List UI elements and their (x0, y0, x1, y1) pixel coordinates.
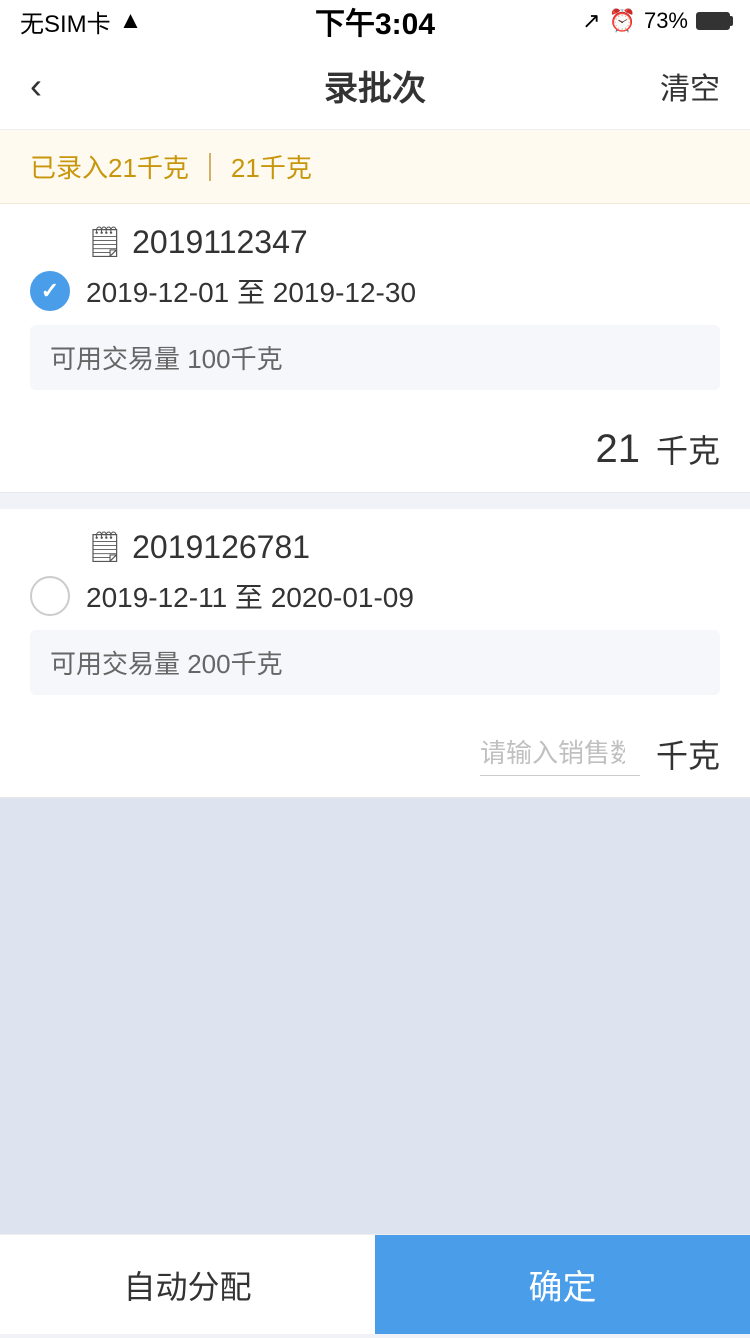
confirm-button[interactable]: 确定 (375, 1235, 750, 1334)
batch-item-1: 🗒 2019112347 2019-12-01 至 2019-12-30 可用交… (0, 204, 750, 493)
battery-icon (696, 12, 730, 30)
batch-2-qty-input[interactable] (480, 732, 640, 776)
nav-bar: ‹ 录批次 清空 (0, 42, 750, 130)
doc-icon-1: 🗒 (86, 225, 124, 260)
batch-item-1-inner: 🗒 2019112347 2019-12-01 至 2019-12-30 可用交… (0, 204, 750, 390)
info-divider (209, 153, 211, 181)
info-banner: 已录入21千克 21千克 (0, 130, 750, 204)
batch-2-id: 2019126781 (132, 529, 310, 566)
already-entered-label: 已录入21千克 (30, 148, 189, 185)
footer: 自动分配 确定 (0, 1234, 750, 1334)
batch-item-2: 🗒 2019126781 2019-12-11 至 2020-01-09 可用交… (0, 509, 750, 798)
batch-2-unit: 千克 (656, 731, 720, 777)
status-right: ↗ ⏰ 73% (582, 8, 730, 34)
status-bar: 无SIM卡 ▲ 下午3:04 ↗ ⏰ 73% (0, 0, 750, 42)
batch-1-input-row: 21 千克 (0, 410, 750, 493)
entered-value: 21千克 (231, 148, 312, 185)
auto-distribute-button[interactable]: 自动分配 (0, 1235, 375, 1334)
status-left: 无SIM卡 ▲ (20, 4, 142, 39)
content-wrapper: 已录入21千克 21千克 🗒 2019112347 2019-12-01 至 2… (0, 130, 750, 1338)
batch-1-id: 2019112347 (132, 224, 308, 261)
batch-1-radio[interactable] (30, 271, 70, 311)
batch-item-2-inner: 🗒 2019126781 2019-12-11 至 2020-01-09 可用交… (0, 509, 750, 695)
back-button[interactable]: ‹ (30, 65, 42, 107)
batch-1-date-row[interactable]: 2019-12-01 至 2019-12-30 (30, 271, 720, 311)
batch-1-qty-value: 21 (595, 427, 640, 472)
batch-2-id-row: 🗒 2019126781 (30, 529, 720, 566)
batch-2-radio[interactable] (30, 576, 70, 616)
section-divider (0, 493, 750, 509)
batch-2-date: 2019-12-11 至 2020-01-09 (86, 576, 414, 616)
clear-button[interactable]: 清空 (660, 64, 720, 108)
batch-2-date-row[interactable]: 2019-12-11 至 2020-01-09 (30, 576, 720, 616)
wifi-icon: ▲ (119, 7, 143, 35)
batch-1-available: 可用交易量 100千克 (30, 325, 720, 390)
bottom-area (0, 798, 750, 1238)
alarm-icon: ⏰ (609, 8, 636, 34)
sim-text: 无SIM卡 (20, 4, 111, 39)
doc-icon-2: 🗒 (86, 530, 124, 565)
batch-2-available: 可用交易量 200千克 (30, 630, 720, 695)
batch-1-id-row: 🗒 2019112347 (30, 224, 720, 261)
batch-1-date: 2019-12-01 至 2019-12-30 (86, 271, 416, 311)
page-title: 录批次 (324, 61, 426, 110)
status-time: 下午3:04 (315, 0, 435, 43)
batch-1-unit: 千克 (656, 426, 720, 472)
battery-percent: 73% (644, 8, 688, 34)
location-icon: ↗ (582, 8, 600, 34)
batch-2-input-row: 千克 (0, 715, 750, 798)
